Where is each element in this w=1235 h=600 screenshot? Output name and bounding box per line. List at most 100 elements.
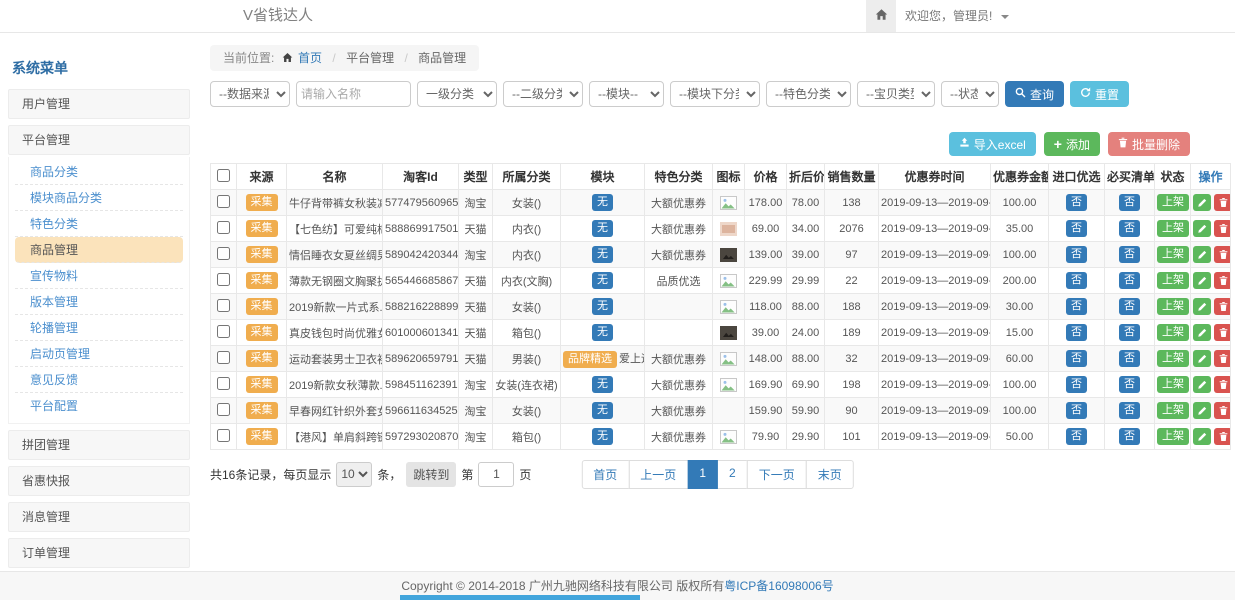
pager-button[interactable]: 下一页 xyxy=(747,460,807,489)
delete-button[interactable] xyxy=(1214,350,1231,367)
per-page-select[interactable]: 10 xyxy=(336,462,372,487)
module-badge[interactable]: 无 xyxy=(592,324,613,341)
sidebar-subitem[interactable]: 模块商品分类 xyxy=(15,185,183,211)
item-type-select[interactable]: --宝贝类型-- xyxy=(857,81,935,107)
level1-category-select[interactable]: 一级分类 xyxy=(417,81,497,107)
jump-button[interactable]: 跳转到 xyxy=(406,462,456,487)
delete-button[interactable] xyxy=(1214,194,1231,211)
module-badge[interactable]: 无 xyxy=(592,246,613,263)
select-all-checkbox[interactable] xyxy=(217,169,230,182)
row-checkbox[interactable] xyxy=(217,247,230,260)
module-badge[interactable]: 无 xyxy=(592,376,613,393)
search-button[interactable]: 查询 xyxy=(1005,81,1064,107)
row-checkbox[interactable] xyxy=(217,273,230,286)
module-select[interactable]: --模块-- xyxy=(589,81,664,107)
imported-toggle-badge[interactable]: 否 xyxy=(1066,376,1087,393)
status-badge[interactable]: 上架 xyxy=(1157,220,1189,237)
sidebar-subitem[interactable]: 特色分类 xyxy=(15,211,183,237)
edit-button[interactable] xyxy=(1193,246,1211,263)
edit-button[interactable] xyxy=(1193,272,1211,289)
must-buy-toggle-badge[interactable]: 否 xyxy=(1119,246,1140,263)
row-checkbox[interactable] xyxy=(217,299,230,312)
delete-button[interactable] xyxy=(1214,298,1231,315)
imported-toggle-badge[interactable]: 否 xyxy=(1066,350,1087,367)
user-menu[interactable]: 欢迎您，管理员! xyxy=(905,0,1009,32)
name-input[interactable] xyxy=(296,81,411,107)
module-sub-category-select[interactable]: --模块下分类-- xyxy=(670,81,760,107)
status-badge[interactable]: 上架 xyxy=(1157,246,1189,263)
row-checkbox[interactable] xyxy=(217,351,230,364)
sidebar-group-item[interactable]: 消息管理 xyxy=(8,502,190,532)
pager-button[interactable]: 上一页 xyxy=(628,460,688,489)
edit-button[interactable] xyxy=(1193,350,1211,367)
row-checkbox[interactable] xyxy=(217,325,230,338)
row-checkbox[interactable] xyxy=(217,195,230,208)
import-excel-button[interactable]: 导入excel xyxy=(949,132,1036,156)
module-badge[interactable]: 无 xyxy=(592,298,613,315)
edit-button[interactable] xyxy=(1193,324,1211,341)
must-buy-toggle-badge[interactable]: 否 xyxy=(1119,272,1140,289)
home-nav-button[interactable] xyxy=(866,0,896,32)
delete-button[interactable] xyxy=(1214,376,1231,393)
imported-toggle-badge[interactable]: 否 xyxy=(1066,402,1087,419)
module-badge[interactable]: 无 xyxy=(592,194,613,211)
module-badge[interactable]: 品牌精选 xyxy=(563,351,617,368)
imported-toggle-badge[interactable]: 否 xyxy=(1066,324,1087,341)
must-buy-toggle-badge[interactable]: 否 xyxy=(1119,220,1140,237)
row-checkbox[interactable] xyxy=(217,377,230,390)
edit-button[interactable] xyxy=(1193,220,1211,237)
pager-button[interactable]: 2 xyxy=(717,460,748,489)
status-badge[interactable]: 上架 xyxy=(1157,376,1189,393)
status-select[interactable]: --状态-- xyxy=(941,81,999,107)
sidebar-group-item[interactable]: 平台管理 xyxy=(8,125,190,155)
sidebar-group-item[interactable]: 拼团管理 xyxy=(8,430,190,460)
must-buy-toggle-badge[interactable]: 否 xyxy=(1119,376,1140,393)
row-checkbox[interactable] xyxy=(217,221,230,234)
sidebar-subitem[interactable]: 轮播管理 xyxy=(15,315,183,341)
pager-button[interactable]: 末页 xyxy=(806,460,854,489)
sidebar-group-item[interactable]: 订单管理 xyxy=(8,538,190,568)
sidebar-subitem[interactable]: 版本管理 xyxy=(15,289,183,315)
sidebar-subitem[interactable]: 意见反馈 xyxy=(15,367,183,393)
level2-category-select[interactable]: --二级分类-- xyxy=(503,81,583,107)
reset-button[interactable]: 重置 xyxy=(1070,81,1129,107)
sidebar-group-item[interactable]: 用户管理 xyxy=(8,89,190,119)
module-badge[interactable]: 无 xyxy=(592,220,613,237)
sidebar-group-item[interactable]: 省惠快报 xyxy=(8,466,190,496)
delete-button[interactable] xyxy=(1214,402,1231,419)
must-buy-toggle-badge[interactable]: 否 xyxy=(1119,194,1140,211)
imported-toggle-badge[interactable]: 否 xyxy=(1066,194,1087,211)
icp-link[interactable]: 粤ICP备16098006号 xyxy=(724,579,833,593)
imported-toggle-badge[interactable]: 否 xyxy=(1066,298,1087,315)
must-buy-toggle-badge[interactable]: 否 xyxy=(1119,350,1140,367)
batch-delete-button[interactable]: 批量删除 xyxy=(1108,132,1190,156)
row-checkbox[interactable] xyxy=(217,429,230,442)
sidebar-subitem[interactable]: 平台配置 xyxy=(15,393,183,419)
feature-category-select[interactable]: --特色分类-- xyxy=(766,81,851,107)
edit-button[interactable] xyxy=(1193,428,1211,445)
imported-toggle-badge[interactable]: 否 xyxy=(1066,220,1087,237)
sidebar-subitem[interactable]: 宣传物料 xyxy=(15,263,183,289)
must-buy-toggle-badge[interactable]: 否 xyxy=(1119,298,1140,315)
delete-button[interactable] xyxy=(1214,272,1231,289)
module-badge[interactable]: 无 xyxy=(592,272,613,289)
status-badge[interactable]: 上架 xyxy=(1157,298,1189,315)
breadcrumb-home-link[interactable]: 首页 xyxy=(298,51,322,65)
pager-button[interactable]: 1 xyxy=(687,460,718,489)
edit-button[interactable] xyxy=(1193,298,1211,315)
status-badge[interactable]: 上架 xyxy=(1157,324,1189,341)
sidebar-subitem[interactable]: 商品管理 xyxy=(15,237,183,263)
module-badge[interactable]: 无 xyxy=(592,428,613,445)
status-badge[interactable]: 上架 xyxy=(1157,272,1189,289)
imported-toggle-badge[interactable]: 否 xyxy=(1066,428,1087,445)
must-buy-toggle-badge[interactable]: 否 xyxy=(1119,428,1140,445)
status-badge[interactable]: 上架 xyxy=(1157,194,1189,211)
delete-button[interactable] xyxy=(1214,324,1231,341)
must-buy-toggle-badge[interactable]: 否 xyxy=(1119,324,1140,341)
sidebar-subitem[interactable]: 启动页管理 xyxy=(15,341,183,367)
pager-button[interactable]: 首页 xyxy=(581,460,629,489)
sidebar-subitem[interactable]: 商品分类 xyxy=(15,159,183,185)
status-badge[interactable]: 上架 xyxy=(1157,350,1189,367)
jump-page-input[interactable] xyxy=(478,462,514,487)
add-button[interactable]: + 添加 xyxy=(1044,132,1100,156)
